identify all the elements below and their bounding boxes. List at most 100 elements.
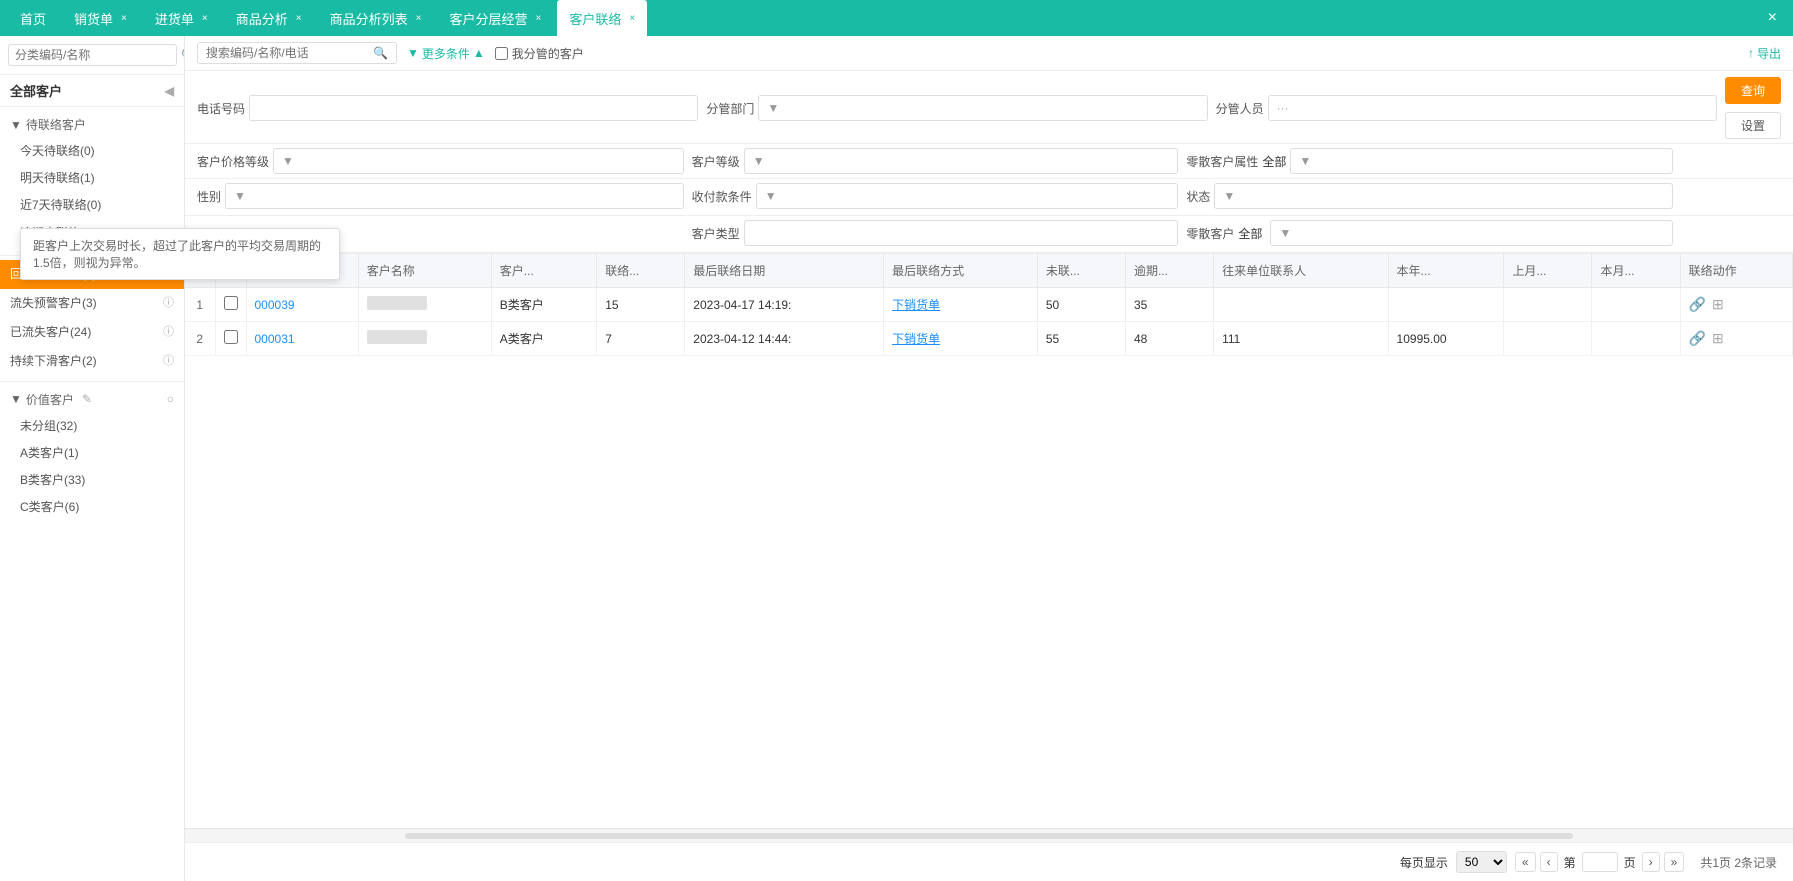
cell-checkbox-1[interactable] xyxy=(215,322,246,356)
cell-this-year-0 xyxy=(1388,288,1504,322)
tab-sales-close[interactable]: × xyxy=(121,13,127,24)
sidebar-item-ungrouped[interactable]: 未分组(32) xyxy=(0,413,184,440)
filter-status-select[interactable]: ▼ xyxy=(1214,183,1673,209)
cell-action-0[interactable]: 🔗 ⊞ xyxy=(1680,288,1792,322)
horizontal-scrollbar[interactable] xyxy=(185,828,1793,842)
tab-purchase-close[interactable]: × xyxy=(202,13,208,24)
th-last-month[interactable]: 上月... xyxy=(1504,254,1592,288)
last-page-btn[interactable]: » xyxy=(1664,852,1685,872)
action-link-icon-1[interactable]: 🔗 xyxy=(1689,330,1706,347)
sidebar-collapse-icon[interactable]: ◀ xyxy=(165,84,174,98)
sidebar-pending-arrow: ▼ xyxy=(10,118,22,132)
tab-customer-contact-close[interactable]: × xyxy=(629,13,635,24)
sidebar-item-declining[interactable]: 持续下滑客户(2) ⓘ xyxy=(0,347,184,376)
filter-customerlevel-select[interactable]: ▼ xyxy=(744,148,1179,174)
sidebar-value-group[interactable]: ▼ 价值客户 ✎ ○ xyxy=(0,386,184,413)
cell-last-contact-method-1[interactable]: 下销货单 xyxy=(884,322,1038,356)
window-close-btn[interactable]: × xyxy=(1768,9,1777,27)
th-contact-count[interactable]: 联络... xyxy=(597,254,685,288)
sidebar-search-input[interactable] xyxy=(8,44,177,66)
filter-row2-content: 客户价格等级 ▼ 客户等级 ▼ 零散客户属性 全部 ▼ xyxy=(197,148,1781,174)
filter-pricelevel-select[interactable]: ▼ xyxy=(273,148,684,174)
tab-product-analysis[interactable]: 商品分析 × xyxy=(224,0,314,36)
filter-gender-select[interactable]: ▼ xyxy=(225,183,684,209)
tab-purchase[interactable]: 进货单 × xyxy=(143,0,220,36)
action-link-icon-0[interactable]: 🔗 xyxy=(1689,296,1706,313)
right-content: 🔍 ▼ 更多条件 ▲ 我分管的客户 ↑ 导出 电话号码 xyxy=(185,36,1793,881)
first-page-btn[interactable]: « xyxy=(1515,852,1536,872)
filter-manager-select[interactable]: ··· xyxy=(1268,95,1717,121)
row-checkbox-1[interactable] xyxy=(224,330,238,344)
filter-search-input[interactable] xyxy=(206,46,369,60)
sidebar-item-tomorrow[interactable]: 明天待联络(1) xyxy=(0,165,184,192)
filter-retailcustomer-val: 全部 xyxy=(1238,225,1262,242)
cell-this-month-1 xyxy=(1592,322,1680,356)
my-customers-checkbox[interactable]: 我分管的客户 xyxy=(495,45,584,62)
cell-index-1: 2 xyxy=(185,322,215,356)
th-last-contact-date[interactable]: 最后联络日期 xyxy=(685,254,884,288)
sidebar-value-edit-icon[interactable]: ✎ xyxy=(82,392,92,406)
filter-manager-label: 分管人员 xyxy=(1216,100,1264,117)
filter-payment-select[interactable]: ▼ xyxy=(756,183,1179,209)
th-contact-person[interactable]: 往来单位联系人 xyxy=(1214,254,1388,288)
th-name[interactable]: 客户名称 xyxy=(358,254,491,288)
query-button[interactable]: 查询 xyxy=(1725,77,1781,104)
tab-product-analysis-list[interactable]: 商品分析列表 × xyxy=(318,0,434,36)
sidebar-item-b-class[interactable]: B类客户(33) xyxy=(0,467,184,494)
sidebar-item-lost[interactable]: 已流失客户(24) ⓘ xyxy=(0,318,184,347)
tab-purchase-label: 进货单 xyxy=(155,9,194,28)
tab-customer-contact[interactable]: 客户联络 × xyxy=(557,0,647,36)
sidebar-item-today[interactable]: 今天待联络(0) xyxy=(0,138,184,165)
contact-method-link-1[interactable]: 下销货单 xyxy=(892,332,940,346)
page-input[interactable]: 1 xyxy=(1582,852,1618,872)
action-grid-icon-0[interactable]: ⊞ xyxy=(1712,296,1724,313)
sidebar-item-week[interactable]: 近7天待联络(0) xyxy=(0,192,184,219)
cell-action-1[interactable]: 🔗 ⊞ xyxy=(1680,322,1792,356)
th-this-year[interactable]: 本年... xyxy=(1388,254,1504,288)
tab-product-analysis-list-close[interactable]: × xyxy=(416,13,422,24)
tab-customer-tier[interactable]: 客户分层经营 × xyxy=(437,0,553,36)
tab-customer-tier-close[interactable]: × xyxy=(535,13,541,24)
sidebar-item-c-class[interactable]: C类客户(6) xyxy=(0,494,184,521)
next-page-btn[interactable]: › xyxy=(1642,852,1660,872)
tab-home[interactable]: 首页 xyxy=(8,0,58,36)
contact-method-link-0[interactable]: 下销货单 xyxy=(892,298,940,312)
filter-search-icon[interactable]: 🔍 xyxy=(373,46,388,60)
more-conditions-btn[interactable]: ▼ 更多条件 ▲ xyxy=(407,45,485,62)
th-overdue[interactable]: 逾期... xyxy=(1125,254,1213,288)
filter-search-box[interactable]: 🔍 xyxy=(197,42,397,64)
tab-customer-contact-label: 客户联络 xyxy=(569,9,621,28)
row-checkbox-0[interactable] xyxy=(224,296,238,310)
cell-checkbox-0[interactable] xyxy=(215,288,246,322)
th-last-month-label: 上月... xyxy=(1512,264,1546,278)
filter-retailattr-select[interactable]: ▼ xyxy=(1290,148,1673,174)
cell-last-contact-method-0[interactable]: 下销货单 xyxy=(884,288,1038,322)
sidebar-item-loss-warning[interactable]: 流失预警客户(3) ⓘ xyxy=(0,289,184,318)
tab-product-analysis-close[interactable]: × xyxy=(296,13,302,24)
filter-retailattr-label: 零散客户属性 xyxy=(1186,153,1258,170)
sidebar-item-a-class[interactable]: A类客户(1) xyxy=(0,440,184,467)
export-btn[interactable]: ↑ 导出 xyxy=(1748,45,1781,62)
customer-table: ⚙ 客户编码 客户名称 客户... xyxy=(185,254,1793,356)
filter-retailcustomer-select[interactable]: ▼ xyxy=(1270,220,1673,246)
action-grid-icon-1[interactable]: ⊞ xyxy=(1712,330,1724,347)
per-page-select[interactable]: 50 100 200 xyxy=(1456,851,1507,873)
prev-page-btn[interactable]: ‹ xyxy=(1540,852,1558,872)
th-unlinking[interactable]: 未联... xyxy=(1037,254,1125,288)
cell-index-0: 1 xyxy=(185,288,215,322)
filter-dept-select[interactable]: ▼ xyxy=(758,95,1207,121)
th-customer-type[interactable]: 客户... xyxy=(491,254,596,288)
my-customers-check[interactable] xyxy=(495,47,508,60)
th-unlinking-label: 未联... xyxy=(1046,264,1080,278)
tab-sales[interactable]: 销货单 × xyxy=(62,0,139,36)
settings-button[interactable]: 设置 xyxy=(1725,112,1781,139)
sidebar-all-customers[interactable]: 全部客户 ◀ xyxy=(0,75,184,107)
scroll-track[interactable] xyxy=(405,833,1573,839)
th-last-contact-method[interactable]: 最后联络方式 xyxy=(884,254,1038,288)
filter-customertype-select[interactable] xyxy=(744,220,1179,246)
filter-phone-select[interactable] xyxy=(249,95,698,121)
filter-gender-group: 性别 ▼ xyxy=(197,183,684,209)
th-this-month[interactable]: 本月... xyxy=(1592,254,1680,288)
sidebar-group-pending[interactable]: ▼ 待联络客户 xyxy=(0,111,184,138)
advanced-filter-row2: 客户价格等级 ▼ 客户等级 ▼ 零散客户属性 全部 ▼ xyxy=(185,144,1793,179)
